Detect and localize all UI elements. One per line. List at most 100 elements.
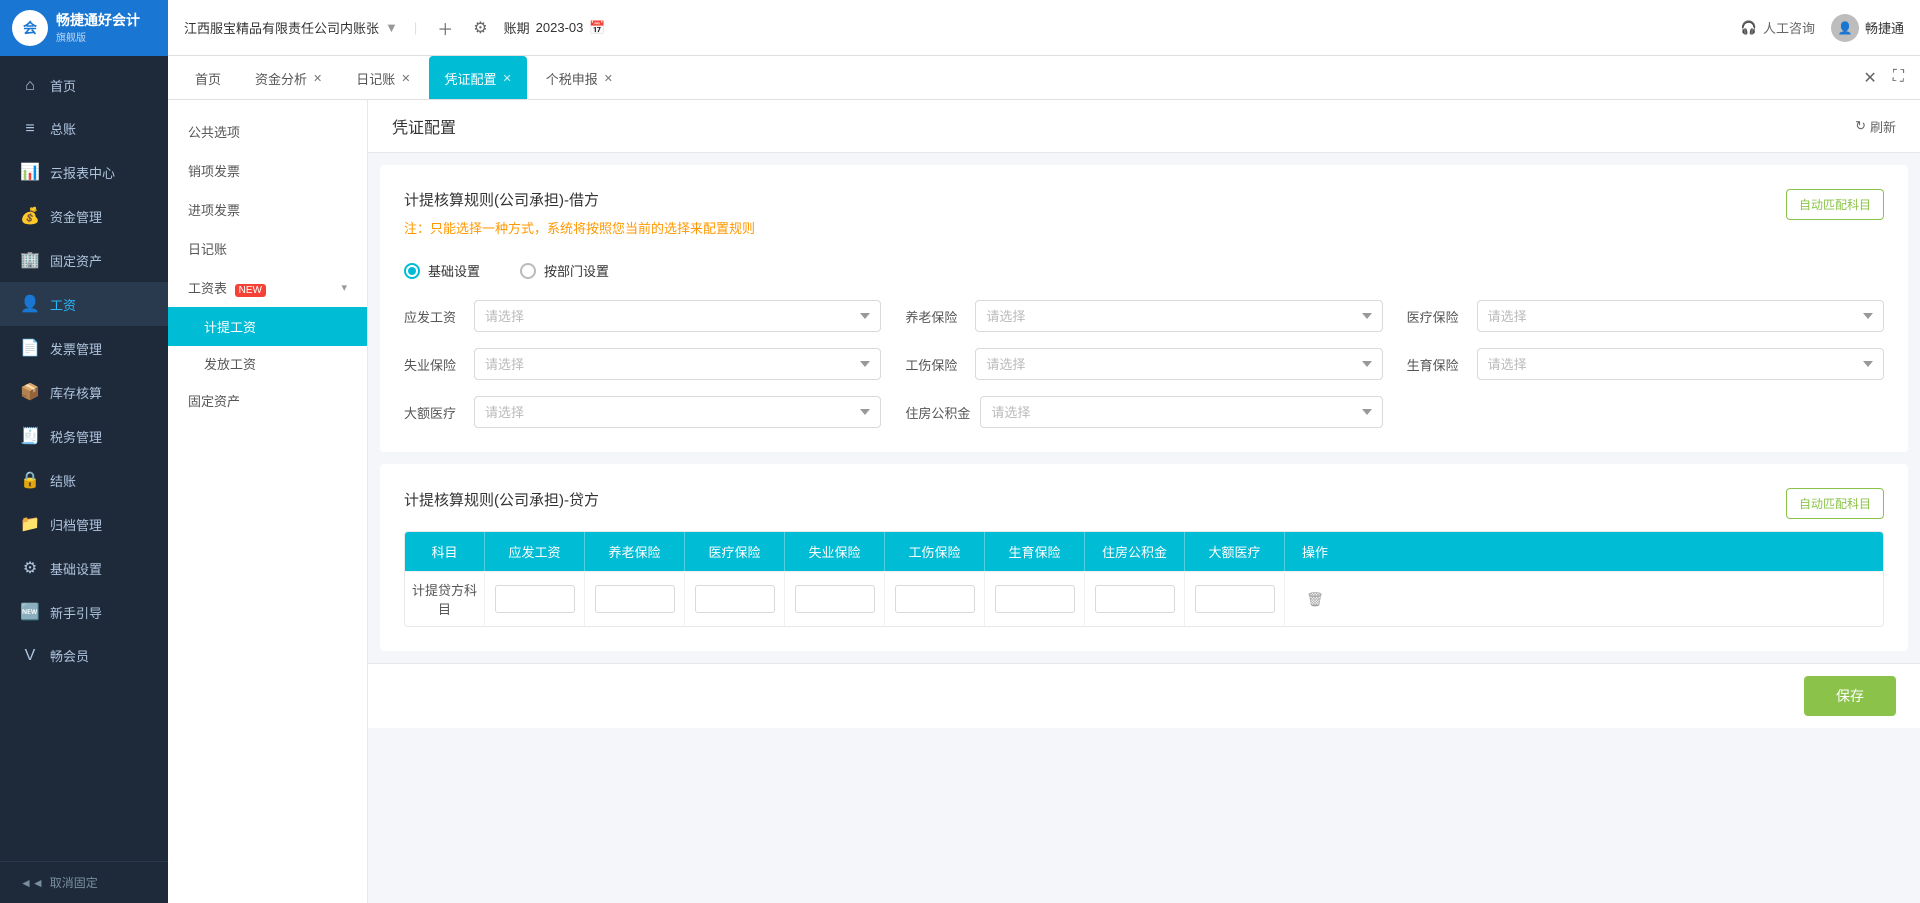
sidebar-item-archive[interactable]: 📁 归档管理 [0, 502, 168, 546]
tab-home-label: 首页 [195, 69, 221, 88]
delete-row-button[interactable]: 🗑 [1306, 591, 1324, 608]
sidebar-item-salary[interactable]: 👤 工资 [0, 282, 168, 326]
radio-basic-circle [404, 263, 420, 279]
select-injury[interactable]: 请选择 [975, 348, 1382, 380]
tab-journal-label: 日记账 [356, 69, 395, 88]
tab-home[interactable]: 首页 [180, 56, 236, 99]
sidebar-item-guide[interactable]: 🆕 新手引导 [0, 590, 168, 634]
input-credit-salary[interactable] [495, 585, 575, 613]
label-maternity: 生育保险 [1407, 355, 1467, 374]
sidebar-item-archive-label: 归档管理 [50, 515, 102, 534]
cell-injury [885, 572, 985, 626]
save-button[interactable]: 保存 [1804, 676, 1896, 716]
salary-icon: 👤 [20, 294, 40, 314]
tab-voucher-close[interactable]: ✕ [503, 72, 512, 85]
sidebar-item-report[interactable]: 📊 云报表中心 [0, 150, 168, 194]
input-credit-pension[interactable] [595, 585, 675, 613]
select-salary[interactable]: 请选择 [474, 300, 881, 332]
service-label: 人工咨询 [1763, 18, 1815, 37]
field-medical: 医疗保险 请选择 [1407, 300, 1884, 332]
th-salary: 应发工资 [485, 532, 585, 571]
company-selector[interactable]: 江西服宝精品有限责任公司内账张 ▼ [184, 18, 398, 37]
main-area: 江西服宝精品有限责任公司内账张 ▼ | ＋ ⚙ 账期 2023-03 📅 🎧 人… [168, 0, 1920, 903]
field-maternity: 生育保险 请选择 [1407, 348, 1884, 380]
expand-tab-icon[interactable]: ⛶ [1889, 64, 1908, 92]
close-tab-icon[interactable]: ✕ [1859, 64, 1880, 92]
sidebar-item-asset[interactable]: 🏢 固定资产 [0, 238, 168, 282]
tab-voucher[interactable]: 凭证配置 ✕ [429, 56, 526, 99]
auto-match-debit-button[interactable]: 自动匹配科目 [1786, 189, 1884, 220]
section2-header: 计提核算规则(公司承担)-贷方 自动匹配科目 [404, 488, 1884, 519]
input-credit-injury[interactable] [895, 585, 975, 613]
tab-journal[interactable]: 日记账 ✕ [341, 56, 425, 99]
left-menu-payment[interactable]: 发放工资 [168, 346, 367, 381]
ledger-icon: ≡ [20, 120, 40, 138]
sidebar-item-fund[interactable]: 💰 资金管理 [0, 194, 168, 238]
th-maternity: 生育保险 [985, 532, 1085, 571]
tab-tax-label: 个税申报 [546, 69, 598, 88]
input-credit-housing[interactable] [1095, 585, 1175, 613]
label-salary: 应发工资 [404, 307, 464, 326]
left-menu-salary-table[interactable]: 工资表 NEW ▾ [168, 268, 367, 307]
table-header-row: 科目 应发工资 养老保险 医疗保险 失业保险 工伤保险 生育保险 住房公积金 大… [405, 532, 1883, 571]
content-wrapper: 公共选项 销项发票 进项发票 日记账 工资表 NEW ▾ 计提工资 发放工资 [168, 100, 1920, 903]
settings-gear-icon[interactable]: ⚙ [469, 14, 491, 42]
left-menu-public[interactable]: 公共选项 [168, 112, 367, 151]
asset-icon: 🏢 [20, 250, 40, 270]
sidebar-item-vip-label: 畅会员 [50, 646, 89, 665]
sidebar-item-settings[interactable]: ⚙ 基础设置 [0, 546, 168, 590]
radio-basic[interactable]: 基础设置 [404, 261, 480, 280]
tab-tax-close[interactable]: ✕ [604, 72, 613, 85]
sidebar-item-vip[interactable]: V 畅会员 [0, 634, 168, 677]
user-menu[interactable]: 👤 畅捷通 [1831, 14, 1904, 42]
tab-journal-close[interactable]: ✕ [401, 72, 410, 85]
tab-tax[interactable]: 个税申报 ✕ [531, 56, 628, 99]
select-pension[interactable]: 请选择 [975, 300, 1382, 332]
auto-match-credit-button[interactable]: 自动匹配科目 [1786, 488, 1884, 519]
pin-icon: ◄◄ [20, 876, 44, 890]
select-maternity[interactable]: 请选择 [1477, 348, 1884, 380]
sidebar-item-invoice[interactable]: 📄 发票管理 [0, 326, 168, 370]
sidebar-item-ledger[interactable]: ≡ 总账 [0, 107, 168, 150]
cell-maternity [985, 572, 1085, 626]
tab-fund-label: 资金分析 [255, 69, 307, 88]
sidebar-item-inventory[interactable]: 📦 库存核算 [0, 370, 168, 414]
input-credit-unemployment[interactable] [795, 585, 875, 613]
settings-icon: ⚙ [20, 558, 40, 578]
left-menu-purchase-invoice[interactable]: 进项发票 [168, 190, 367, 229]
service-button[interactable]: 🎧 人工咨询 [1741, 18, 1815, 37]
archive-icon: 📁 [20, 514, 40, 534]
sidebar-item-home[interactable]: ⌂ 首页 [0, 64, 168, 107]
tab-voucher-label: 凭证配置 [444, 69, 496, 88]
sidebar-item-close-label: 结账 [50, 471, 76, 490]
tab-fund[interactable]: 资金分析 ✕ [240, 56, 337, 99]
add-tab-button[interactable]: ＋ [433, 12, 457, 44]
select-medical[interactable]: 请选择 [1477, 300, 1884, 332]
calendar-icon[interactable]: 📅 [589, 20, 605, 36]
radio-department[interactable]: 按部门设置 [520, 261, 609, 280]
left-menu-fixed-asset[interactable]: 固定资产 [168, 381, 367, 420]
select-housing[interactable]: 请选择 [980, 396, 1382, 428]
select-extra-medical[interactable]: 请选择 [474, 396, 881, 428]
headset-icon: 🎧 [1741, 20, 1757, 36]
left-menu-journal[interactable]: 日记账 [168, 229, 367, 268]
credit-table: 科目 应发工资 养老保险 医疗保险 失业保险 工伤保险 生育保险 住房公积金 大… [404, 531, 1884, 627]
tab-fund-close[interactable]: ✕ [313, 72, 322, 85]
radio-department-label: 按部门设置 [544, 261, 609, 280]
app-logo: 会 畅捷通好会计 旗舰版 [0, 0, 168, 56]
refresh-label: 刷新 [1870, 117, 1896, 136]
sidebar-item-tax[interactable]: 🧾 税务管理 [0, 414, 168, 458]
sidebar-item-close[interactable]: 🔒 结账 [0, 458, 168, 502]
select-unemployment[interactable]: 请选择 [474, 348, 881, 380]
input-credit-extra-medical[interactable] [1195, 585, 1275, 613]
input-credit-maternity[interactable] [995, 585, 1075, 613]
company-dropdown-icon: ▼ [385, 20, 398, 35]
form-fields: 应发工资 请选择 养老保险 请选择 医疗保险 请选 [404, 300, 1884, 428]
sidebar-pin[interactable]: ◄◄ 取消固定 [0, 861, 168, 903]
left-menu-sales-invoice[interactable]: 销项发票 [168, 151, 367, 190]
sidebar-item-settings-label: 基础设置 [50, 559, 102, 578]
section1-title: 计提核算规则(公司承担)-借方 [404, 189, 755, 210]
left-menu-accrual[interactable]: 计提工资 [168, 307, 367, 346]
refresh-button[interactable]: ↻ 刷新 [1855, 117, 1896, 136]
input-credit-medical[interactable] [695, 585, 775, 613]
